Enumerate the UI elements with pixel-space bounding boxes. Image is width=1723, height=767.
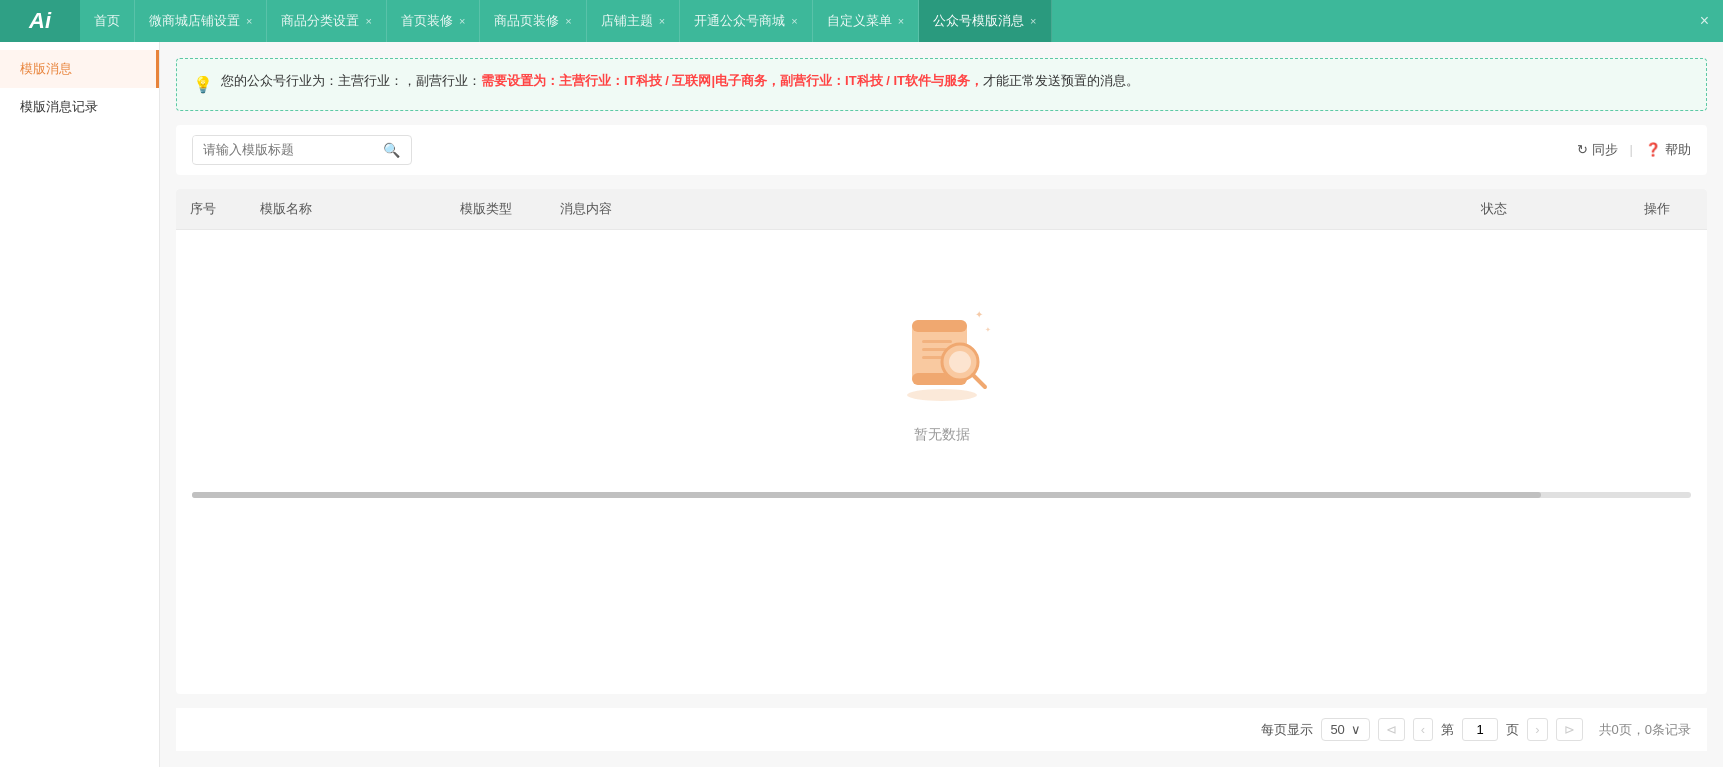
- empty-state: ✦ ✦ 暂无数据: [176, 230, 1707, 484]
- tab-bar: 首页微商城店铺设置×商品分类设置×首页装修×商品页装修×店铺主题×开通公众号商城…: [80, 0, 1686, 42]
- last-page-button[interactable]: ⊳: [1556, 718, 1583, 741]
- empty-icon: ✦ ✦: [882, 290, 1002, 410]
- svg-rect-5: [922, 348, 947, 351]
- notice-icon: 💡: [193, 72, 213, 98]
- top-nav: Ai 首页微商城店铺设置×商品分类设置×首页装修×商品页装修×店铺主题×开通公众…: [0, 0, 1723, 42]
- tab-open-mall[interactable]: 开通公众号商城×: [680, 0, 812, 42]
- prev-page-button[interactable]: ‹: [1413, 718, 1433, 741]
- col-header-action: 操作: [1607, 189, 1707, 230]
- horizontal-scrollbar[interactable]: [176, 484, 1707, 506]
- tab-home[interactable]: 首页: [80, 0, 135, 42]
- close-all-button[interactable]: ×: [1686, 12, 1723, 30]
- data-table: 序号 模版名称 模版类型 消息内容 状态 操作: [176, 189, 1707, 484]
- data-table-wrap: 序号 模版名称 模版类型 消息内容 状态 操作: [176, 189, 1707, 694]
- tab-home-decor[interactable]: 首页装修×: [387, 0, 480, 42]
- tab-template-msg[interactable]: 公众号模版消息×: [919, 0, 1051, 42]
- svg-rect-4: [922, 340, 952, 343]
- tab-custom-menu[interactable]: 自定义菜单×: [813, 0, 919, 42]
- pagination: 每页显示 50 ∨ ⊲ ‹ 第 页 › ⊳ 共0页，0条记录: [176, 708, 1707, 751]
- toolbar-divider: |: [1630, 142, 1633, 157]
- current-page-input[interactable]: [1462, 718, 1498, 741]
- col-header-content: 消息内容: [546, 189, 1467, 230]
- tab-close-shop-theme[interactable]: ×: [659, 15, 665, 27]
- logo: Ai: [0, 0, 80, 42]
- search-input-wrap: 🔍: [192, 135, 412, 165]
- page-size-value: 50: [1330, 722, 1344, 737]
- tab-close-product-decor[interactable]: ×: [565, 15, 571, 27]
- col-header-type: 模版类型: [446, 189, 546, 230]
- total-text: 共0页，0条记录: [1599, 721, 1691, 739]
- content-area: 💡 您的公众号行业为：主营行业：，副营行业：需要设置为：主营行业：IT科技 / …: [160, 42, 1723, 767]
- sync-icon: ↻: [1577, 142, 1588, 157]
- svg-point-0: [907, 389, 977, 401]
- notice-text: 您的公众号行业为：主营行业：，副营行业：需要设置为：主营行业：IT科技 / 互联…: [221, 71, 1139, 92]
- tab-shop-settings[interactable]: 微商城店铺设置×: [135, 0, 267, 42]
- sync-button[interactable]: ↻ 同步: [1577, 141, 1618, 159]
- col-header-name: 模版名称: [246, 189, 446, 230]
- tab-close-home-decor[interactable]: ×: [459, 15, 465, 27]
- tab-category-settings[interactable]: 商品分类设置×: [267, 0, 386, 42]
- page-size-select[interactable]: 50 ∨: [1321, 718, 1369, 741]
- tab-close-template-msg[interactable]: ×: [1030, 15, 1036, 27]
- search-input[interactable]: [193, 136, 373, 163]
- tab-shop-theme[interactable]: 店铺主题×: [587, 0, 680, 42]
- col-header-seq: 序号: [176, 189, 246, 230]
- table-header: 序号 模版名称 模版类型 消息内容 状态 操作: [176, 189, 1707, 230]
- sidebar: 模版消息模版消息记录: [0, 42, 160, 767]
- page-size-chevron: ∨: [1351, 722, 1361, 737]
- tab-product-decor[interactable]: 商品页装修×: [480, 0, 586, 42]
- tab-close-category-settings[interactable]: ×: [365, 15, 371, 27]
- svg-text:✦: ✦: [975, 309, 983, 320]
- svg-point-8: [949, 351, 971, 373]
- col-header-status: 状态: [1467, 189, 1607, 230]
- first-page-button[interactable]: ⊲: [1378, 718, 1405, 741]
- svg-rect-2: [912, 320, 967, 332]
- table-body: ✦ ✦ 暂无数据: [176, 229, 1707, 484]
- toolbar-right: ↻ 同步 | ❓ 帮助: [1577, 141, 1691, 159]
- page-suffix: 页: [1506, 721, 1519, 739]
- search-button[interactable]: 🔍: [373, 136, 410, 164]
- help-button[interactable]: ❓ 帮助: [1645, 141, 1691, 159]
- search-row: 🔍 ↻ 同步 | ❓ 帮助: [176, 125, 1707, 175]
- scroll-track[interactable]: [192, 492, 1691, 498]
- tab-close-custom-menu[interactable]: ×: [898, 15, 904, 27]
- page-label: 第: [1441, 721, 1454, 739]
- page-size-label: 每页显示: [1261, 721, 1313, 739]
- empty-text: 暂无数据: [914, 426, 970, 444]
- next-page-button[interactable]: ›: [1527, 718, 1547, 741]
- help-icon: ❓: [1645, 142, 1661, 157]
- svg-text:✦: ✦: [985, 326, 991, 333]
- sidebar-item-template-msg[interactable]: 模版消息: [0, 50, 159, 88]
- sidebar-item-template-record[interactable]: 模版消息记录: [0, 88, 159, 126]
- svg-line-9: [973, 375, 985, 387]
- tab-close-open-mall[interactable]: ×: [791, 15, 797, 27]
- main-layout: 模版消息模版消息记录 💡 您的公众号行业为：主营行业：，副营行业：需要设置为：主…: [0, 42, 1723, 767]
- scroll-thumb[interactable]: [192, 492, 1541, 498]
- notice-banner: 💡 您的公众号行业为：主营行业：，副营行业：需要设置为：主营行业：IT科技 / …: [176, 58, 1707, 111]
- tab-close-shop-settings[interactable]: ×: [246, 15, 252, 27]
